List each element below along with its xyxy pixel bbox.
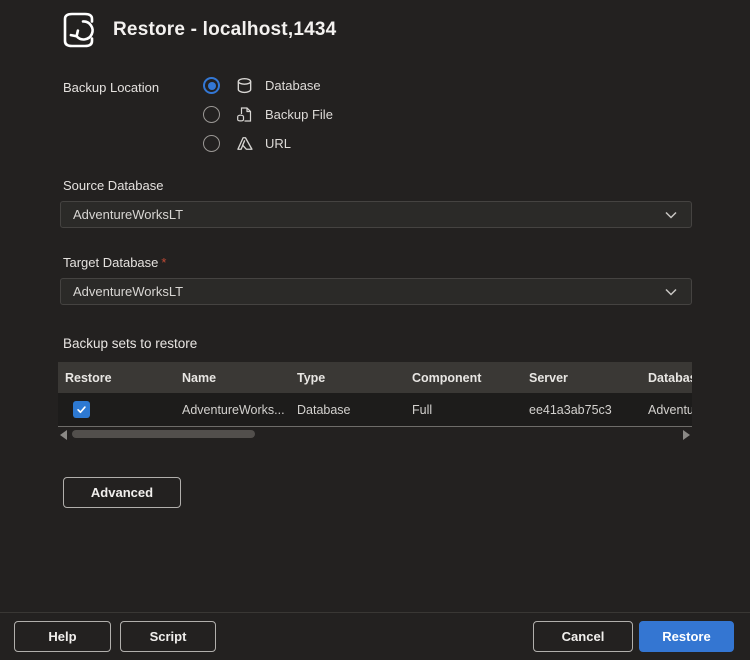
dialog-footer: Help Script Cancel Restore: [0, 612, 750, 660]
radio-button[interactable]: [203, 135, 220, 152]
backup-file-icon: [235, 106, 253, 123]
radio-option-label: URL: [265, 136, 291, 151]
cancel-button[interactable]: Cancel: [533, 621, 633, 652]
advanced-button[interactable]: Advanced: [63, 477, 181, 508]
source-database-label: Source Database: [63, 178, 692, 193]
component-cell: Full: [405, 403, 522, 417]
required-marker: *: [161, 255, 166, 270]
help-button[interactable]: Help: [14, 621, 111, 652]
dialog-header: Restore - localhost,1434: [57, 7, 692, 53]
column-header-database: Database: [641, 371, 692, 385]
script-button[interactable]: Script: [120, 621, 216, 652]
radio-option-url[interactable]: URL: [203, 135, 333, 152]
radio-button[interactable]: [203, 106, 220, 123]
restore-cell: [58, 401, 175, 418]
column-header-component: Component: [405, 371, 522, 385]
type-cell: Database: [290, 403, 405, 417]
restore-dialog: Restore - localhost,1434 Backup Location…: [0, 0, 692, 508]
backup-sets-table: Restore Name Type Component Server Datab…: [58, 362, 692, 441]
table-header-row: Restore Name Type Component Server Datab…: [58, 362, 692, 393]
column-header-type: Type: [290, 371, 405, 385]
radio-option-database[interactable]: Database: [203, 77, 333, 94]
backup-sets-label: Backup sets to restore: [63, 336, 692, 351]
database-cell: AdventureWorksLT: [641, 403, 692, 417]
database-icon: [235, 77, 253, 94]
column-header-server: Server: [522, 371, 641, 385]
azure-icon: [235, 135, 253, 152]
source-database-select[interactable]: AdventureWorksLT: [60, 201, 692, 228]
target-database-label: Target Database*: [63, 255, 692, 270]
server-cell: ee41a3ab75c3: [522, 403, 641, 417]
target-database-select[interactable]: AdventureWorksLT: [60, 278, 692, 305]
radio-option-label: Database: [265, 78, 321, 93]
restore-checkbox-checked[interactable]: [73, 401, 90, 418]
backup-location-radio-group: Database Backup File: [203, 77, 333, 152]
radio-option-label: Backup File: [265, 107, 333, 122]
backup-location-label: Backup Location: [63, 77, 203, 152]
scroll-right-arrow-icon[interactable]: [683, 430, 690, 440]
target-database-value: AdventureWorksLT: [73, 284, 183, 299]
name-cell: AdventureWorks...: [175, 403, 290, 417]
dialog-title: Restore - localhost,1434: [113, 19, 336, 41]
chevron-down-icon: [665, 283, 677, 301]
scrollbar-thumb[interactable]: [72, 430, 255, 438]
scroll-left-arrow-icon[interactable]: [60, 430, 67, 440]
column-header-name: Name: [175, 371, 290, 385]
radio-button-selected[interactable]: [203, 77, 220, 94]
source-database-value: AdventureWorksLT: [73, 207, 183, 222]
restore-database-icon: [57, 8, 101, 52]
restore-button[interactable]: Restore: [639, 621, 734, 652]
horizontal-scrollbar[interactable]: [58, 427, 692, 441]
radio-option-backup-file[interactable]: Backup File: [203, 106, 333, 123]
table-row[interactable]: AdventureWorks... Database Full ee41a3ab…: [58, 393, 692, 427]
chevron-down-icon: [665, 206, 677, 224]
column-header-restore: Restore: [58, 371, 175, 385]
